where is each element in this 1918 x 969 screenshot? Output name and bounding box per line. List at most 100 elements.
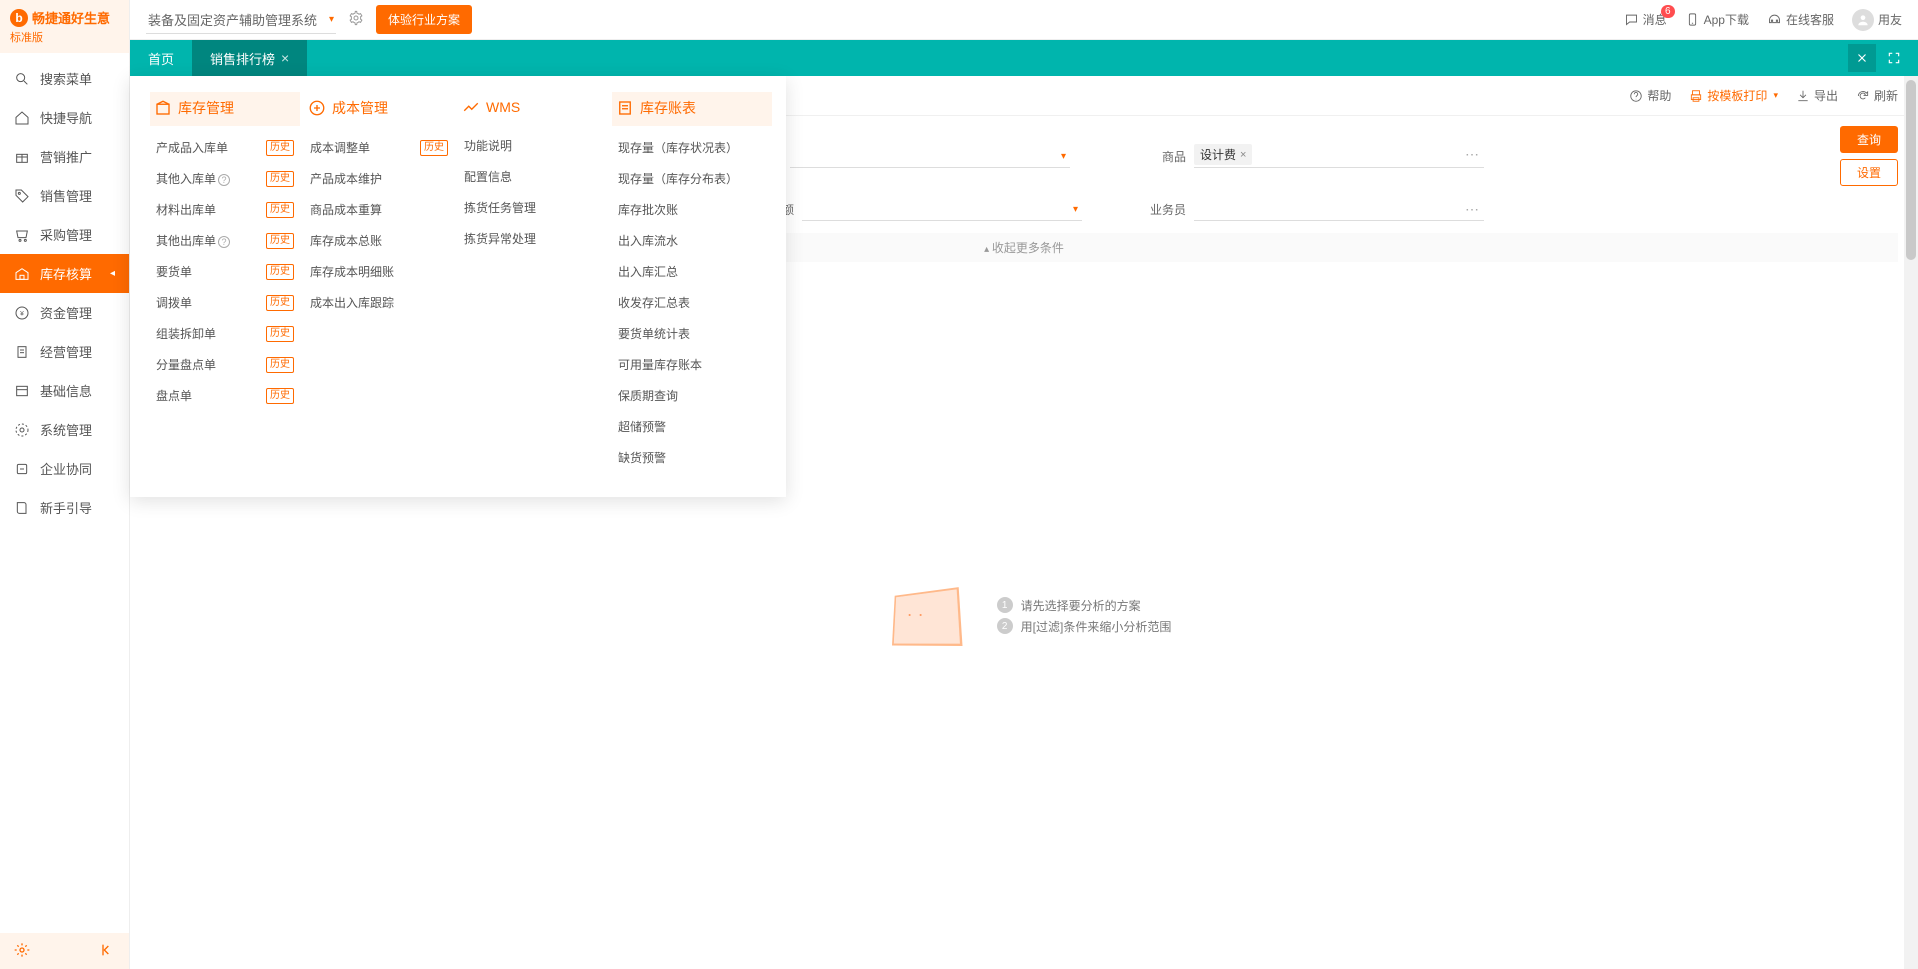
step-2-text: 用[过滤]条件来缩小分析范围 <box>1021 618 1172 635</box>
export-button[interactable]: 导出 <box>1796 87 1838 104</box>
product-filter-tag[interactable]: 设计费 × <box>1194 144 1252 165</box>
mega-menu-item[interactable]: 调拨单历史 <box>150 287 300 318</box>
main-area: 装备及固定资产辅助管理系统 ▾ 体验行业方案 消息 6 App下载 在线客服 <box>130 0 1918 969</box>
system-dropdown[interactable]: 装备及固定资产辅助管理系统 ▾ <box>146 6 336 34</box>
tabbar-fullscreen-button[interactable] <box>1880 44 1908 72</box>
mega-item-label: 配置信息 <box>464 168 512 185</box>
scrollbar[interactable] <box>1904 76 1918 969</box>
tabbar-close-button[interactable] <box>1848 44 1876 72</box>
tab-active-label: 销售排行榜 <box>210 49 275 68</box>
mega-menu-item[interactable]: 其他出库单?历史 <box>150 225 300 256</box>
mega-menu-item[interactable]: 盘点单历史 <box>150 380 300 411</box>
help-button[interactable]: 帮助 <box>1629 87 1671 104</box>
history-badge[interactable]: 历史 <box>266 326 294 342</box>
mega-menu-item[interactable]: 要货单历史 <box>150 256 300 287</box>
data-icon <box>14 383 30 399</box>
sidebar-item-guide[interactable]: 新手引导 <box>0 488 129 527</box>
mega-menu-item[interactable]: 商品成本重算 <box>304 194 454 225</box>
collapse-sidebar-icon[interactable] <box>99 942 115 961</box>
remove-tag-icon[interactable]: × <box>1240 149 1246 161</box>
amount-filter-input[interactable] <box>802 198 1082 221</box>
mega-menu-item[interactable]: 现存量（库存分布表） <box>612 163 772 194</box>
sidebar-item-marketing[interactable]: 营销推广 <box>0 137 129 176</box>
mega-menu-item[interactable]: 产成品入库单历史 <box>150 132 300 163</box>
sidebar-item-sales[interactable]: 销售管理 <box>0 176 129 215</box>
history-badge[interactable]: 历史 <box>266 357 294 373</box>
mega-menu-item[interactable]: 库存成本总账 <box>304 225 454 256</box>
print-template-button[interactable]: 按模板打印▾ <box>1689 87 1778 104</box>
avatar-icon <box>1852 9 1874 31</box>
tab-sales-ranking[interactable]: 销售排行榜 × <box>192 40 307 76</box>
ellipsis-icon[interactable]: ⋯ <box>1465 201 1480 218</box>
query-button[interactable]: 查询 <box>1840 126 1898 153</box>
mega-menu-item[interactable]: 库存批次账 <box>612 194 772 225</box>
agent-filter-label: 业务员 <box>1150 201 1186 218</box>
app-download-button[interactable]: App下载 <box>1685 11 1749 28</box>
mega-menu-item[interactable]: 库存成本明细账 <box>304 256 454 287</box>
agent-filter-input[interactable] <box>1194 198 1484 221</box>
history-badge[interactable]: 历史 <box>266 295 294 311</box>
empty-illustration: · · <box>877 576 977 656</box>
book-icon <box>14 500 30 516</box>
scrollbar-thumb[interactable] <box>1906 80 1916 260</box>
sidebar-label: 新手引导 <box>40 498 92 517</box>
history-badge[interactable]: 历史 <box>420 140 448 156</box>
mega-menu-item[interactable]: 成本调整单历史 <box>304 132 454 163</box>
messages-button[interactable]: 消息 6 <box>1624 11 1667 28</box>
history-badge[interactable]: 历史 <box>266 233 294 249</box>
history-badge[interactable]: 历史 <box>266 264 294 280</box>
sidebar-item-inventory[interactable]: 库存核算 ◂ <box>0 254 129 293</box>
mega-menu-item[interactable]: 产品成本维护 <box>304 163 454 194</box>
filter-field-generic1[interactable] <box>790 145 1070 168</box>
mega-menu-item[interactable]: 出入库流水 <box>612 225 772 256</box>
mega-menu-item[interactable]: 超储预警 <box>612 411 772 442</box>
warehouse-icon <box>14 266 30 282</box>
history-badge[interactable]: 历史 <box>266 171 294 187</box>
experience-button[interactable]: 体验行业方案 <box>376 5 472 34</box>
sidebar-item-quicknav[interactable]: 快捷导航 <box>0 98 129 137</box>
mega-menu-item[interactable]: 拣货异常处理 <box>458 223 608 254</box>
mega-col-cost: 成本管理 成本调整单历史产品成本维护商品成本重算库存成本总账库存成本明细账成本出… <box>304 92 454 473</box>
mega-menu-item[interactable]: 出入库汇总 <box>612 256 772 287</box>
user-menu[interactable]: 用友 <box>1852 9 1902 31</box>
refresh-button[interactable]: 刷新 <box>1856 87 1898 104</box>
sidebar-item-search[interactable]: 搜索菜单 <box>0 59 129 98</box>
ellipsis-icon[interactable]: ⋯ <box>1465 146 1480 163</box>
mega-item-label: 收发存汇总表 <box>618 294 690 311</box>
mega-menu-item[interactable]: 可用量库存账本 <box>612 349 772 380</box>
mega-menu-item[interactable]: 组装拆卸单 历史 <box>150 318 300 349</box>
sidebar-item-collab[interactable]: 企业协同 <box>0 449 129 488</box>
sidebar-item-business[interactable]: 经营管理 <box>0 332 129 371</box>
settings-icon[interactable] <box>14 942 30 961</box>
mega-col-wms: WMS 功能说明配置信息拣货任务管理拣货异常处理 <box>458 92 608 473</box>
tab-home-label: 首页 <box>148 49 174 68</box>
mega-menu-item[interactable]: 缺货预警 <box>612 442 772 473</box>
mega-menu-item[interactable]: 保质期查询 <box>612 380 772 411</box>
mega-menu-item[interactable]: 要货单统计表 <box>612 318 772 349</box>
mega-menu-item[interactable]: 其他入库单?历史 <box>150 163 300 194</box>
settings-button[interactable] <box>348 10 364 29</box>
history-badge[interactable]: 历史 <box>266 202 294 218</box>
mega-menu-item[interactable]: 分量盘点单历史 <box>150 349 300 380</box>
tab-home[interactable]: 首页 <box>130 40 192 76</box>
sidebar-item-system[interactable]: 系统管理 <box>0 410 129 449</box>
sidebar-item-funds[interactable]: ¥ 资金管理 <box>0 293 129 332</box>
mega-item-label: 组装拆卸单 <box>156 325 216 342</box>
product-filter-label: 商品 <box>1150 148 1186 165</box>
sidebar-item-purchase[interactable]: 采购管理 <box>0 215 129 254</box>
mega-menu-item[interactable]: 成本出入库跟踪 <box>304 287 454 318</box>
mega-menu-item[interactable]: 现存量（库存状况表） <box>612 132 772 163</box>
info-icon: ? <box>218 236 230 248</box>
mega-menu-item[interactable]: 收发存汇总表 <box>612 287 772 318</box>
history-badge[interactable]: 历史 <box>266 388 294 404</box>
mega-menu-item[interactable]: 拣货任务管理 <box>458 192 608 223</box>
history-badge[interactable]: 历史 <box>266 140 294 156</box>
online-service-button[interactable]: 在线客服 <box>1767 11 1834 28</box>
mega-menu-item[interactable]: 配置信息 <box>458 161 608 192</box>
settings-filter-button[interactable]: 设置 <box>1840 159 1898 186</box>
mega-menu-item[interactable]: 材料出库单历史 <box>150 194 300 225</box>
sidebar-item-basic[interactable]: 基础信息 <box>0 371 129 410</box>
top-header: 装备及固定资产辅助管理系统 ▾ 体验行业方案 消息 6 App下载 在线客服 <box>130 0 1918 40</box>
tab-close-icon[interactable]: × <box>281 50 289 66</box>
mega-menu-item[interactable]: 功能说明 <box>458 130 608 161</box>
